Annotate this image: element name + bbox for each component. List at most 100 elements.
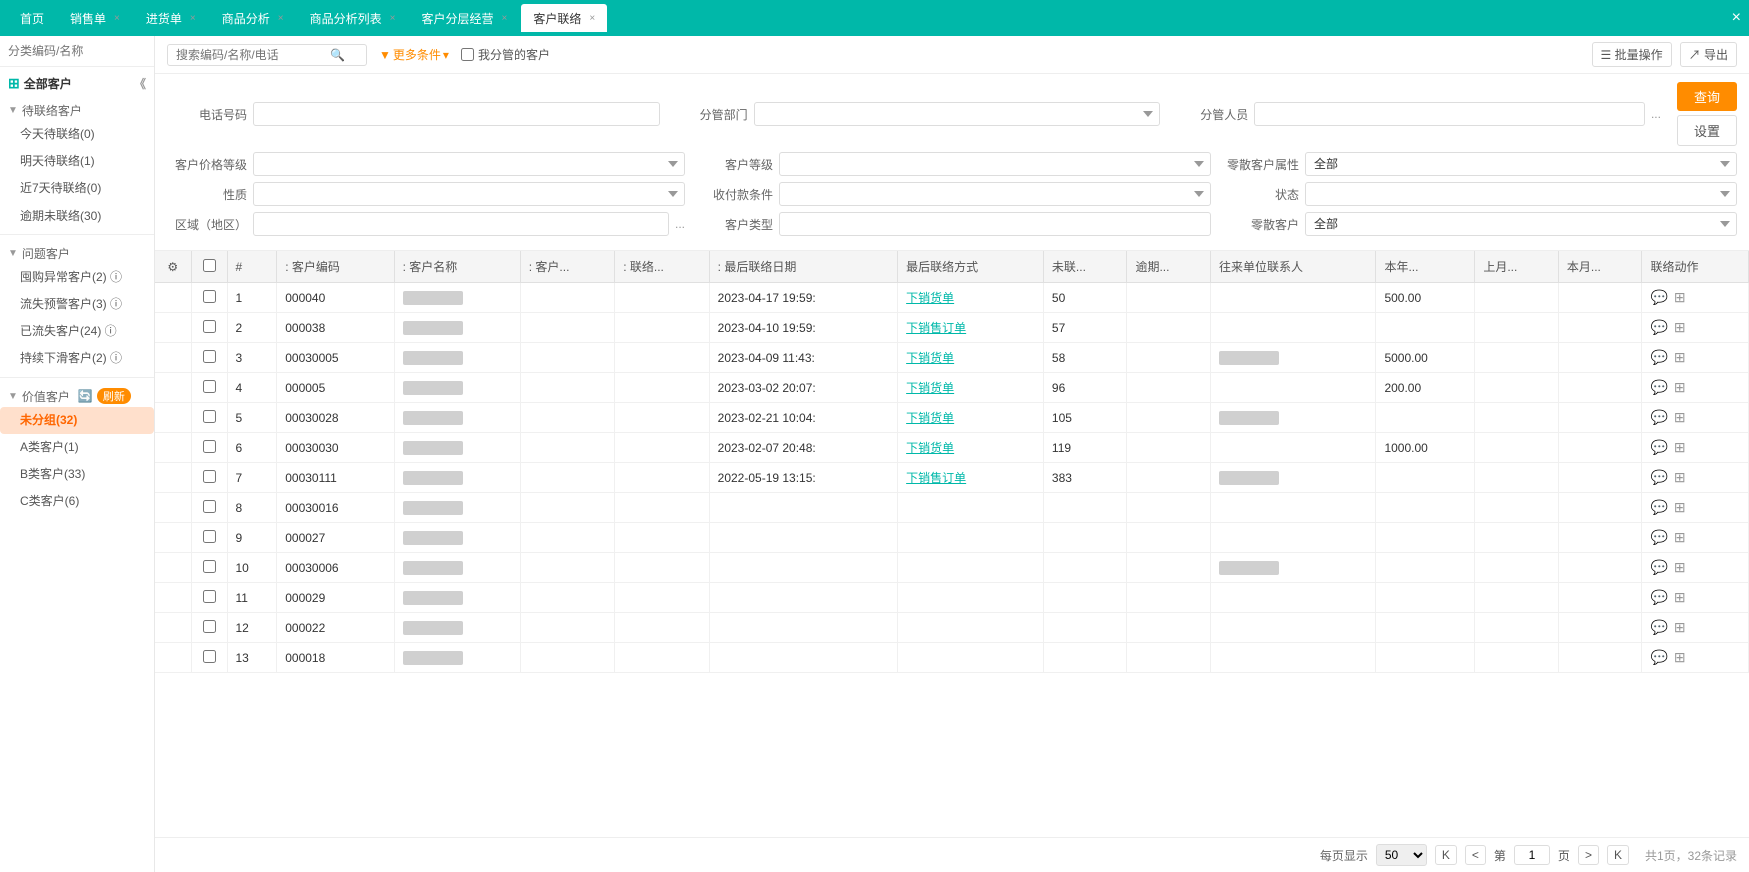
chat-icon[interactable]: 💬 [1650, 589, 1667, 606]
row-checkbox[interactable] [191, 523, 227, 553]
sidebar-item-churn-warning[interactable]: 流失预警客户(3) ⓘ [0, 291, 154, 318]
row-checkbox[interactable] [191, 283, 227, 313]
chat-icon[interactable]: 💬 [1650, 379, 1667, 396]
filter-customer-level-select[interactable] [779, 152, 1211, 176]
filter-scatter-select[interactable]: 全部 [1305, 212, 1737, 236]
row-select-checkbox[interactable] [203, 620, 216, 633]
sidebar-item-class-a[interactable]: A类客户(1) [0, 434, 154, 461]
tab-sales[interactable]: 销售单 × [58, 4, 132, 32]
row-select-checkbox[interactable] [203, 320, 216, 333]
row-select-checkbox[interactable] [203, 530, 216, 543]
tab-product-analysis[interactable]: 商品分析 × [210, 4, 296, 32]
close-purchase-tab-icon[interactable]: × [190, 13, 196, 24]
refresh-icon[interactable]: 🔄 [78, 389, 93, 403]
first-page-button[interactable]: K [1435, 845, 1457, 865]
row-select-checkbox[interactable] [203, 290, 216, 303]
grid-action-icon[interactable]: ⊞ [1674, 619, 1686, 636]
chat-icon[interactable]: 💬 [1650, 529, 1667, 546]
more-conditions-button[interactable]: ▼ 更多条件 ▾ [379, 46, 449, 63]
row-checkbox[interactable] [191, 343, 227, 373]
row-checkbox[interactable] [191, 493, 227, 523]
tab-customer-contact[interactable]: 客户联络 × [521, 4, 607, 32]
sidebar-item-7days-pending[interactable]: 近7天待联络(0) [0, 175, 154, 202]
row-checkbox[interactable] [191, 613, 227, 643]
tab-customer-segment[interactable]: 客户分层经营 × [409, 4, 519, 32]
prev-page-button[interactable]: < [1465, 845, 1486, 865]
row-select-checkbox[interactable] [203, 590, 216, 603]
chat-icon[interactable]: 💬 [1650, 289, 1667, 306]
contact-method-link[interactable]: 下销货单 [906, 441, 954, 455]
row-checkbox[interactable] [191, 403, 227, 433]
filter-person-input[interactable] [1254, 102, 1645, 126]
select-all-checkbox[interactable] [203, 259, 216, 272]
chat-icon[interactable]: 💬 [1650, 409, 1667, 426]
sidebar-item-hoarding[interactable]: 囤购异常客户(2) ⓘ [0, 264, 154, 291]
query-button[interactable]: 查询 [1677, 82, 1737, 111]
my-customers-checkbox-label[interactable]: 我分管的客户 [461, 46, 550, 63]
col-settings[interactable]: ⚙ [155, 251, 191, 283]
sidebar-collapse-icon[interactable]: 《 [134, 75, 146, 92]
sidebar-item-class-b[interactable]: B类客户(33) [0, 461, 154, 488]
chat-icon[interactable]: 💬 [1650, 319, 1667, 336]
search-input[interactable] [176, 48, 326, 62]
chat-icon[interactable]: 💬 [1650, 439, 1667, 456]
tab-purchase[interactable]: 进货单 × [134, 4, 208, 32]
contact-method-link[interactable]: 下销售订单 [906, 471, 966, 485]
grid-action-icon[interactable]: ⊞ [1674, 529, 1686, 546]
chat-icon[interactable]: 💬 [1650, 559, 1667, 576]
chat-icon[interactable]: 💬 [1650, 499, 1667, 516]
row-select-checkbox[interactable] [203, 650, 216, 663]
filter-scatter-attr-select[interactable]: 全部 [1305, 152, 1737, 176]
export-button[interactable]: ↗ 导出 [1680, 42, 1737, 67]
sidebar-search-input[interactable] [8, 44, 155, 58]
filter-payment-select[interactable] [779, 182, 1211, 206]
sidebar-item-tomorrow-pending[interactable]: 明天待联络(1) [0, 148, 154, 175]
chat-icon[interactable]: 💬 [1650, 649, 1667, 666]
grid-action-icon[interactable]: ⊞ [1674, 319, 1686, 336]
row-select-checkbox[interactable] [203, 410, 216, 423]
filter-status-select[interactable] [1305, 182, 1737, 206]
page-number-input[interactable] [1514, 845, 1550, 865]
grid-action-icon[interactable]: ⊞ [1674, 469, 1686, 486]
next-page-button[interactable]: > [1578, 845, 1599, 865]
last-page-button[interactable]: K [1607, 845, 1629, 865]
settings-icon[interactable]: ⚙ [167, 260, 178, 274]
grid-action-icon[interactable]: ⊞ [1674, 499, 1686, 516]
grid-action-icon[interactable]: ⊞ [1674, 649, 1686, 666]
row-select-checkbox[interactable] [203, 380, 216, 393]
close-customer-segment-tab-icon[interactable]: × [501, 13, 507, 24]
contact-method-link[interactable]: 下销货单 [906, 411, 954, 425]
grid-action-icon[interactable]: ⊞ [1674, 409, 1686, 426]
filter-phone-input[interactable] [253, 102, 660, 126]
contact-method-link[interactable]: 下销货单 [906, 351, 954, 365]
sidebar-item-overdue-pending[interactable]: 逾期未联络(30) [0, 203, 154, 230]
filter-region-dots[interactable]: ... [675, 217, 685, 231]
filter-region-input[interactable] [253, 212, 669, 236]
contact-method-link[interactable]: 下销货单 [906, 381, 954, 395]
grid-action-icon[interactable]: ⊞ [1674, 349, 1686, 366]
grid-action-icon[interactable]: ⊞ [1674, 439, 1686, 456]
search-icon[interactable]: 🔍 [330, 48, 345, 62]
filter-nature-select[interactable] [253, 182, 685, 206]
all-customers-header[interactable]: ⊞ 全部客户 《 [0, 67, 154, 96]
close-customer-contact-tab-icon[interactable]: × [589, 13, 595, 24]
row-select-checkbox[interactable] [203, 560, 216, 573]
batch-op-button[interactable]: ☰ 批量操作 [1592, 42, 1672, 67]
grid-action-icon[interactable]: ⊞ [1674, 589, 1686, 606]
row-checkbox[interactable] [191, 643, 227, 673]
row-checkbox[interactable] [191, 373, 227, 403]
row-checkbox[interactable] [191, 313, 227, 343]
page-size-select[interactable]: 20 50 100 [1376, 844, 1427, 866]
chat-icon[interactable]: 💬 [1650, 349, 1667, 366]
row-checkbox[interactable] [191, 553, 227, 583]
chat-icon[interactable]: 💬 [1650, 469, 1667, 486]
tab-home[interactable]: 首页 [8, 4, 56, 32]
sidebar-item-unclassified[interactable]: 未分组(32) [0, 407, 154, 434]
contact-method-link[interactable]: 下销售订单 [906, 321, 966, 335]
chat-icon[interactable]: 💬 [1650, 619, 1667, 636]
row-checkbox[interactable] [191, 463, 227, 493]
grid-action-icon[interactable]: ⊞ [1674, 559, 1686, 576]
sidebar-item-today-pending[interactable]: 今天待联络(0) [0, 121, 154, 148]
grid-action-icon[interactable]: ⊞ [1674, 379, 1686, 396]
close-window-button[interactable]: × [1732, 9, 1741, 27]
